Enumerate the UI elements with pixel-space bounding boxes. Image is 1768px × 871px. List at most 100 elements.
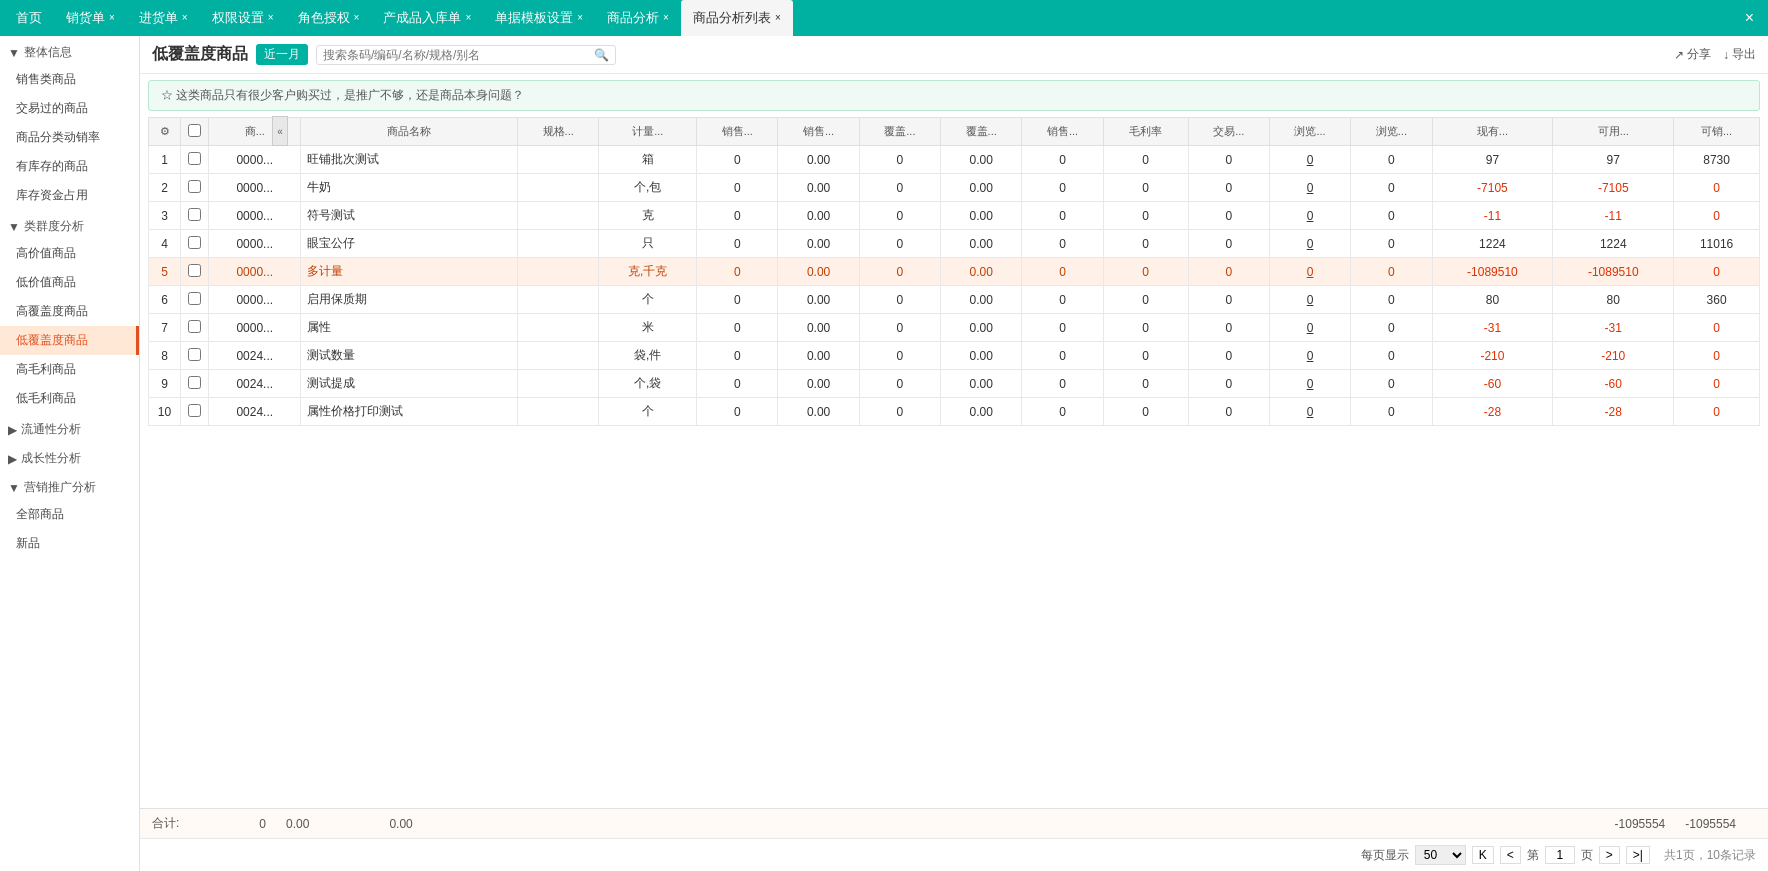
col-header-cover2: 覆盖...: [941, 118, 1022, 146]
col-header-spec: 规格...: [518, 118, 599, 146]
sidebar-section-liquidity[interactable]: ▶ 流通性分析: [0, 413, 139, 442]
page-number-input[interactable]: [1545, 846, 1575, 864]
total-available: -1095554: [1685, 817, 1736, 831]
sidebar-item-stocked-goods[interactable]: 有库存的商品: [0, 152, 139, 181]
row-checkbox[interactable]: [188, 376, 201, 389]
col-header-name: 商品名称: [301, 118, 518, 146]
content-area: 低覆盖度商品 近一月 🔍 ↗ 分享 ↓ 导出 ☆ 这类商品只有很少客户购买过，是…: [140, 36, 1768, 871]
row-checkbox[interactable]: [188, 404, 201, 417]
row-checkbox[interactable]: [188, 152, 201, 165]
table-row: 4: [149, 230, 181, 258]
select-all-checkbox[interactable]: [188, 124, 201, 137]
nav-product-analysis[interactable]: 商品分析 ×: [595, 0, 681, 36]
table-row: 2: [149, 174, 181, 202]
sidebar-item-capital-occupation[interactable]: 库存资金占用: [0, 181, 139, 210]
sidebar-item-traded-goods[interactable]: 交易过的商品: [0, 94, 139, 123]
sidebar-item-low-margin[interactable]: 低毛利商品: [0, 384, 139, 413]
nav-product-storage[interactable]: 产成品入库单 ×: [371, 0, 483, 36]
row-checkbox[interactable]: [188, 264, 201, 277]
sidebar-item-sales-goods[interactable]: 销售类商品: [0, 65, 139, 94]
prev-page-button[interactable]: <: [1500, 846, 1521, 864]
page-size-label: 每页显示: [1361, 847, 1409, 864]
nav-template-settings[interactable]: 单据模板设置 ×: [483, 0, 595, 36]
last-page-button[interactable]: >|: [1626, 846, 1650, 864]
table-row: 3: [149, 202, 181, 230]
share-button[interactable]: ↗ 分享: [1674, 46, 1711, 63]
sidebar-collapse-button[interactable]: «: [272, 116, 288, 146]
sidebar-item-high-margin[interactable]: 高毛利商品: [0, 355, 139, 384]
search-box: 🔍: [316, 45, 616, 65]
nav-product-analysis-list[interactable]: 商品分析列表 ×: [681, 0, 793, 36]
data-table-container: ⚙ 商... 商品名称 规格... 计量... 销售... 销售... 覆盖..…: [148, 117, 1760, 808]
col-header-sales-qty: 销售...: [697, 118, 778, 146]
nav-home[interactable]: 首页: [4, 0, 54, 36]
sidebar-item-low-value[interactable]: 低价值商品: [0, 268, 139, 297]
sidebar-item-high-value[interactable]: 高价值商品: [0, 239, 139, 268]
col-header-browse2: 浏览...: [1351, 118, 1432, 146]
row-checkbox[interactable]: [188, 180, 201, 193]
header-actions: ↗ 分享 ↓ 导出: [1674, 46, 1756, 63]
nav-purchase-order[interactable]: 进货单 ×: [127, 0, 200, 36]
sidebar-section-growth[interactable]: ▶ 成长性分析: [0, 442, 139, 471]
col-header-checkbox[interactable]: [181, 118, 209, 146]
data-table: ⚙ 商... 商品名称 规格... 计量... 销售... 销售... 覆盖..…: [148, 117, 1760, 426]
total-label: 合计:: [152, 815, 179, 832]
top-nav: 首页 销货单 × 进货单 × 权限设置 × 角色授权 × 产成品入库单 × 单据…: [0, 0, 1768, 36]
table-row: 7: [149, 314, 181, 342]
search-input[interactable]: [323, 48, 594, 62]
col-header-salable: 可销...: [1674, 118, 1760, 146]
sidebar-item-category-turnover[interactable]: 商品分类动销率: [0, 123, 139, 152]
page-title: 低覆盖度商品: [152, 44, 248, 65]
first-page-button[interactable]: K: [1472, 846, 1494, 864]
col-header-sales-amt: 销售...: [778, 118, 859, 146]
col-header-trade: 交易...: [1188, 118, 1269, 146]
table-row: 9: [149, 370, 181, 398]
total-info: 共1页，10条记录: [1664, 847, 1756, 864]
window-close-button[interactable]: ×: [1739, 7, 1760, 29]
table-footer: 合计: 0 0.00 0.00 -1095554 -1095554: [140, 808, 1768, 838]
export-icon: ↓: [1723, 48, 1729, 62]
sidebar: ▼ 整体信息 销售类商品 交易过的商品 商品分类动销率 有库存的商品 库存资金占…: [0, 36, 140, 871]
total-cover2: 0.00: [389, 817, 412, 831]
nav-sales-order[interactable]: 销货单 ×: [54, 0, 127, 36]
info-banner: ☆ 这类商品只有很少客户购买过，是推广不够，还是商品本身问题？: [148, 80, 1760, 111]
pagination: 每页显示 50 100 200 K < 第 页 > >| 共1页，10条记录: [140, 838, 1768, 871]
search-icon[interactable]: 🔍: [594, 48, 609, 62]
row-checkbox[interactable]: [188, 208, 201, 221]
col-header-current: 现有...: [1432, 118, 1553, 146]
sidebar-section-cluster[interactable]: ▼ 类群度分析: [0, 210, 139, 239]
content-header: 低覆盖度商品 近一月 🔍 ↗ 分享 ↓ 导出: [140, 36, 1768, 74]
row-checkbox[interactable]: [188, 236, 201, 249]
table-row: 1: [149, 146, 181, 174]
row-checkbox[interactable]: [188, 292, 201, 305]
sidebar-item-low-coverage[interactable]: 低覆盖度商品: [0, 326, 139, 355]
row-checkbox[interactable]: [188, 348, 201, 361]
col-header-cover1: 覆盖...: [859, 118, 940, 146]
sidebar-section-marketing[interactable]: ▼ 营销推广分析: [0, 471, 139, 500]
sidebar-item-all-goods[interactable]: 全部商品: [0, 500, 139, 529]
info-banner-text: ☆ 这类商品只有很少客户购买过，是推广不够，还是商品本身问题？: [161, 87, 524, 104]
page-label: 第: [1527, 847, 1539, 864]
nav-permissions[interactable]: 权限设置 ×: [200, 0, 286, 36]
page-size-select[interactable]: 50 100 200: [1415, 845, 1466, 865]
page-label-end: 页: [1581, 847, 1593, 864]
total-sales-qty: 0: [259, 817, 266, 831]
col-header-browse1: 浏览...: [1269, 118, 1350, 146]
export-button[interactable]: ↓ 导出: [1723, 46, 1756, 63]
row-checkbox[interactable]: [188, 320, 201, 333]
sidebar-item-new-goods[interactable]: 新品: [0, 529, 139, 558]
nav-role-auth[interactable]: 角色授权 ×: [286, 0, 372, 36]
table-row: 5: [149, 258, 181, 286]
col-header-settings[interactable]: ⚙: [149, 118, 181, 146]
share-icon: ↗: [1674, 48, 1684, 62]
col-header-gross-margin: 毛利率: [1103, 118, 1188, 146]
col-header-unit: 计量...: [599, 118, 697, 146]
main-layout: ▼ 整体信息 销售类商品 交易过的商品 商品分类动销率 有库存的商品 库存资金占…: [0, 36, 1768, 871]
next-page-button[interactable]: >: [1599, 846, 1620, 864]
total-sales-amt: 0.00: [286, 817, 309, 831]
total-current: -1095554: [1615, 817, 1666, 831]
table-row: 8: [149, 342, 181, 370]
sidebar-item-high-coverage[interactable]: 高覆盖度商品: [0, 297, 139, 326]
sidebar-section-overall[interactable]: ▼ 整体信息: [0, 36, 139, 65]
time-filter-button[interactable]: 近一月: [256, 44, 308, 65]
